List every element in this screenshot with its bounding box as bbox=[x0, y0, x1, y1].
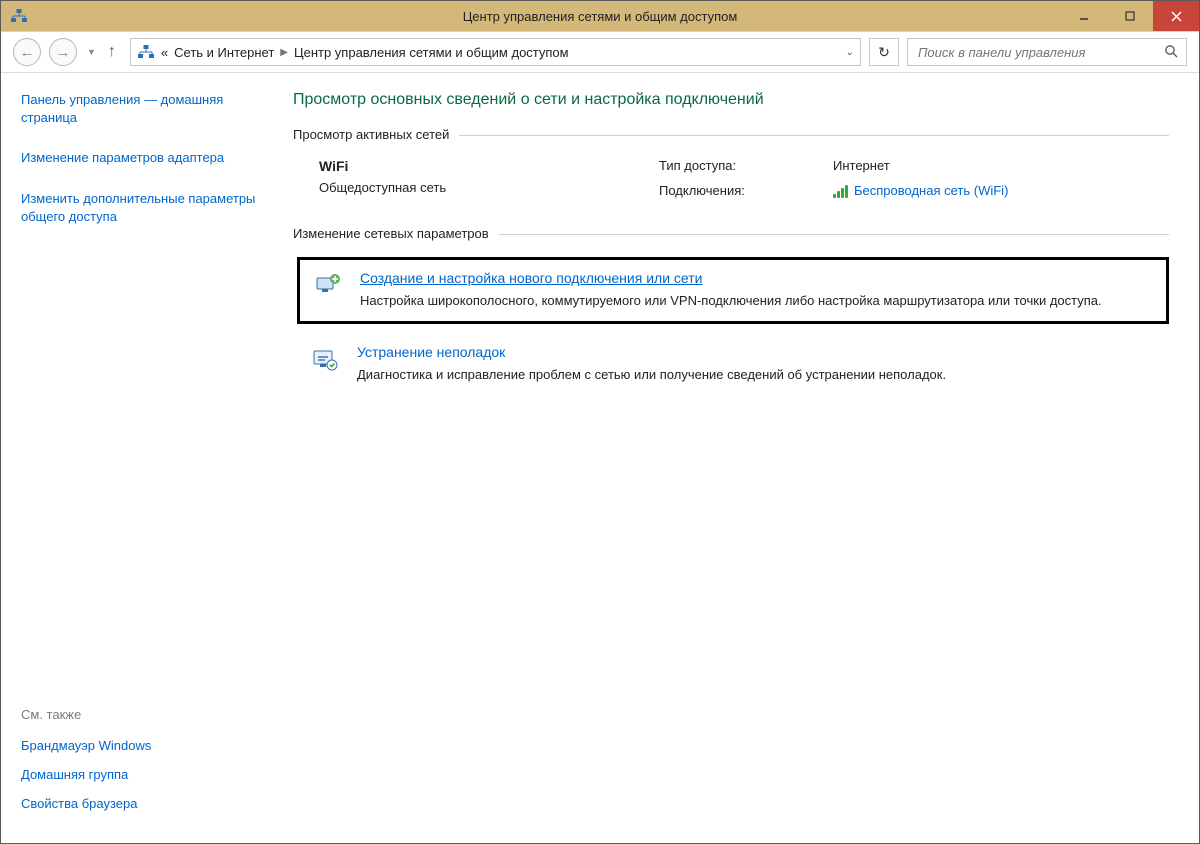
troubleshoot-link[interactable]: Устранение неполадок bbox=[357, 344, 505, 360]
active-networks-label: Просмотр активных сетей bbox=[293, 127, 1169, 142]
connections-value: Беспроводная сеть (WiFi) bbox=[833, 183, 1008, 198]
refresh-button[interactable]: ↻ bbox=[869, 38, 899, 66]
window-title: Центр управления сетями и общим доступом bbox=[1, 9, 1199, 24]
access-type-label: Тип доступа: bbox=[659, 158, 809, 173]
body: Панель управления — домашняя страница Из… bbox=[1, 73, 1199, 843]
sidebar-link-advanced-sharing[interactable]: Изменить дополнительные параметры общего… bbox=[21, 190, 261, 226]
sidebar-link-adapter-settings[interactable]: Изменение параметров адаптера bbox=[21, 149, 261, 167]
window: Центр управления сетями и общим доступом… bbox=[0, 0, 1200, 844]
connection-link[interactable]: Беспроводная сеть (WiFi) bbox=[854, 183, 1008, 198]
nav-history-dropdown[interactable]: ▼ bbox=[87, 47, 96, 57]
nav-back-button[interactable]: ← bbox=[13, 38, 41, 66]
network-identity: WiFi Общедоступная сеть bbox=[319, 158, 579, 198]
sidebar: Панель управления — домашняя страница Из… bbox=[1, 73, 281, 843]
nav-up-button[interactable]: ↑ bbox=[108, 43, 116, 61]
maximize-button[interactable] bbox=[1107, 1, 1153, 31]
close-button[interactable] bbox=[1153, 1, 1199, 31]
change-settings-label: Изменение сетевых параметров bbox=[293, 226, 1169, 241]
minimize-button[interactable] bbox=[1061, 1, 1107, 31]
connections-label: Подключения: bbox=[659, 183, 809, 198]
window-controls bbox=[1061, 1, 1199, 31]
breadcrumb-icon bbox=[137, 43, 155, 61]
nav-toolbar: ← → ▼ ↑ « Сеть и Интернет ▶ Центр управл… bbox=[1, 31, 1199, 73]
see-also-firewall[interactable]: Брандмауэр Windows bbox=[21, 738, 261, 753]
titlebar: Центр управления сетями и общим доступом bbox=[1, 1, 1199, 31]
new-connection-link[interactable]: Создание и настройка нового подключения … bbox=[360, 270, 702, 286]
app-icon bbox=[9, 6, 29, 26]
action-troubleshoot[interactable]: Устранение неполадок Диагностика и испра… bbox=[297, 338, 1169, 391]
search-input[interactable] bbox=[916, 44, 1164, 61]
breadcrumb-dropdown-icon[interactable]: ⌄ bbox=[846, 47, 854, 58]
network-category: Общедоступная сеть bbox=[319, 180, 579, 195]
nav-forward-button[interactable]: → bbox=[49, 38, 77, 66]
action-new-connection[interactable]: Создание и настройка нового подключения … bbox=[297, 257, 1169, 324]
breadcrumb-prefix: « bbox=[161, 45, 168, 60]
page-heading: Просмотр основных сведений о сети и наст… bbox=[293, 91, 1169, 109]
new-connection-desc: Настройка широкополосного, коммутируемог… bbox=[360, 292, 1154, 311]
sidebar-link-home[interactable]: Панель управления — домашняя страница bbox=[21, 91, 261, 127]
wifi-signal-icon bbox=[833, 184, 848, 198]
main-content: Просмотр основных сведений о сети и наст… bbox=[281, 73, 1199, 843]
see-also-heading: См. также bbox=[21, 707, 261, 722]
search-icon[interactable] bbox=[1164, 44, 1178, 61]
address-breadcrumb[interactable]: « Сеть и Интернет ▶ Центр управления сет… bbox=[130, 38, 861, 66]
breadcrumb-parent[interactable]: Сеть и Интернет bbox=[174, 45, 274, 60]
network-details: Тип доступа: Интернет Подключения: Беспр… bbox=[659, 158, 1008, 198]
troubleshoot-desc: Диагностика и исправление проблем с сеть… bbox=[357, 366, 1157, 385]
see-also-internet-options[interactable]: Свойства браузера bbox=[21, 796, 261, 811]
see-also-homegroup[interactable]: Домашняя группа bbox=[21, 767, 261, 782]
chevron-right-icon: ▶ bbox=[280, 47, 288, 58]
active-network-row: WiFi Общедоступная сеть Тип доступа: Инт… bbox=[319, 158, 1169, 198]
breadcrumb-current[interactable]: Центр управления сетями и общим доступом bbox=[294, 45, 569, 60]
troubleshoot-icon bbox=[309, 344, 341, 376]
network-name: WiFi bbox=[319, 158, 579, 174]
new-connection-icon bbox=[312, 270, 344, 302]
search-box[interactable] bbox=[907, 38, 1187, 66]
access-type-value: Интернет bbox=[833, 158, 1008, 173]
